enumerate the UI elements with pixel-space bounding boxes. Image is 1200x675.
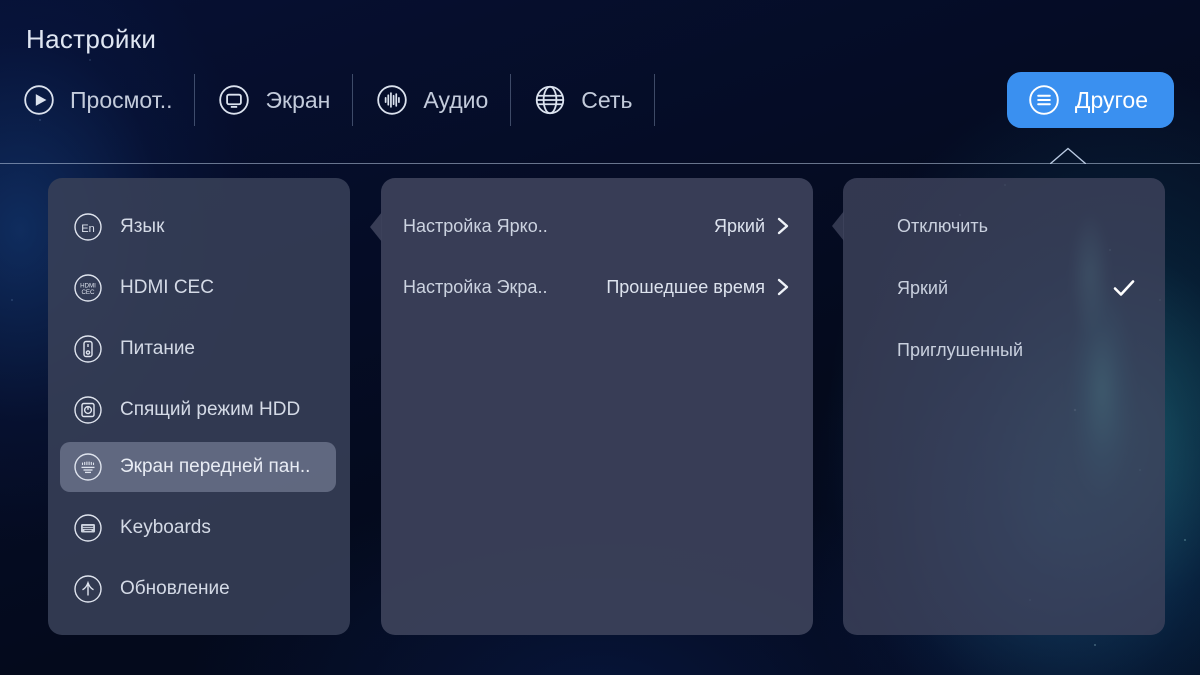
language-en-icon: En [72, 211, 104, 243]
hdd-sleep-icon [72, 394, 104, 426]
setting-value-group: Прошедшее время [606, 276, 791, 298]
tab-label: Аудио [423, 86, 489, 113]
setting-row-brightness[interactable]: Настройка Ярко.. Яркий [403, 205, 791, 247]
option-row-bright[interactable]: Яркий [897, 268, 1137, 308]
front-panel-display-icon [72, 451, 104, 483]
menu-circle-icon [1027, 83, 1061, 117]
tab-other[interactable]: Другое [1006, 72, 1174, 128]
tab-screen[interactable]: Экран [195, 68, 352, 132]
tab-bar: Просмот.. Экран Аудио Сеть Другое [0, 68, 1200, 132]
globe-icon [533, 83, 567, 117]
chevron-right-icon [775, 215, 791, 237]
sidebar-item-hdd-sleep[interactable]: Спящий режим HDD [60, 385, 336, 435]
panel-connector-notch [370, 212, 382, 242]
hdmi-cec-icon: HDMI CEC [72, 272, 104, 304]
settings-options-panel: Отключить Яркий Приглушенный [832, 178, 1165, 635]
check-icon [1111, 275, 1137, 301]
setting-row-screen[interactable]: Настройка Экра.. Прошедшее время [403, 266, 791, 308]
sidebar-item-label: Экран передней пан.. [120, 456, 311, 477]
svg-text:CEC: CEC [81, 289, 95, 296]
chevron-right-icon [775, 276, 791, 298]
settings-screen: Настройки Просмот.. Экран Аудио Сеть Дру… [0, 0, 1200, 675]
option-label: Отключить [897, 215, 988, 236]
monitor-circle-icon [217, 83, 251, 117]
update-arrow-icon [72, 573, 104, 605]
tab-network[interactable]: Сеть [511, 68, 654, 132]
audio-waveform-circle-icon [375, 83, 409, 117]
header-separator [0, 163, 1200, 164]
page-title: Настройки [26, 24, 157, 54]
tab-divider [654, 74, 656, 126]
sidebar-item-keyboards[interactable]: Keyboards [60, 503, 336, 553]
setting-value: Яркий [714, 215, 765, 236]
option-row-dim[interactable]: Приглушенный [897, 330, 1137, 370]
sidebar-item-hdmi-cec[interactable]: HDMI CEC HDMI CEC [60, 263, 336, 313]
settings-detail-panel: Настройка Ярко.. Яркий Настройка Экра.. … [370, 178, 813, 635]
svg-text:En: En [81, 223, 94, 235]
sidebar-item-label: Питание [120, 338, 195, 359]
tab-label: Экран [265, 86, 331, 113]
sidebar-item-label: HDMI CEC [120, 277, 214, 298]
tab-label: Сеть [581, 86, 633, 113]
sidebar-item-label: Язык [120, 216, 165, 237]
active-tab-pointer [1050, 147, 1086, 164]
sidebar-item-label: Спящий режим HDD [120, 399, 301, 420]
sidebar-item-label: Keyboards [120, 517, 211, 538]
option-label: Приглушенный [897, 339, 1023, 360]
sidebar-item-language[interactable]: En Язык [60, 202, 336, 252]
tab-label: Просмот.. [70, 86, 173, 113]
sidebar-item-front-panel-display[interactable]: Экран передней пан.. [60, 442, 336, 492]
setting-value-group: Яркий [714, 215, 791, 237]
option-label: Яркий [897, 277, 948, 298]
setting-label: Настройка Ярко.. [403, 215, 548, 236]
panel-connector-notch [832, 211, 844, 241]
tab-label: Другое [1074, 86, 1148, 113]
sidebar-item-label: Обновление [120, 578, 230, 599]
play-circle-icon [22, 83, 56, 117]
settings-category-panel: En Язык HDMI CEC HDMI CEC Питание Спящий… [48, 178, 350, 635]
tab-viewing[interactable]: Просмот.. [0, 68, 194, 132]
setting-value: Прошедшее время [606, 276, 765, 297]
setting-label: Настройка Экра.. [403, 276, 548, 297]
sidebar-item-update[interactable]: Обновление [60, 564, 336, 614]
keyboard-icon [72, 512, 104, 544]
option-row-off[interactable]: Отключить [897, 206, 1137, 246]
tab-audio[interactable]: Аудио [353, 68, 510, 132]
sidebar-item-power[interactable]: Питание [60, 324, 336, 374]
power-remote-icon [72, 333, 104, 365]
